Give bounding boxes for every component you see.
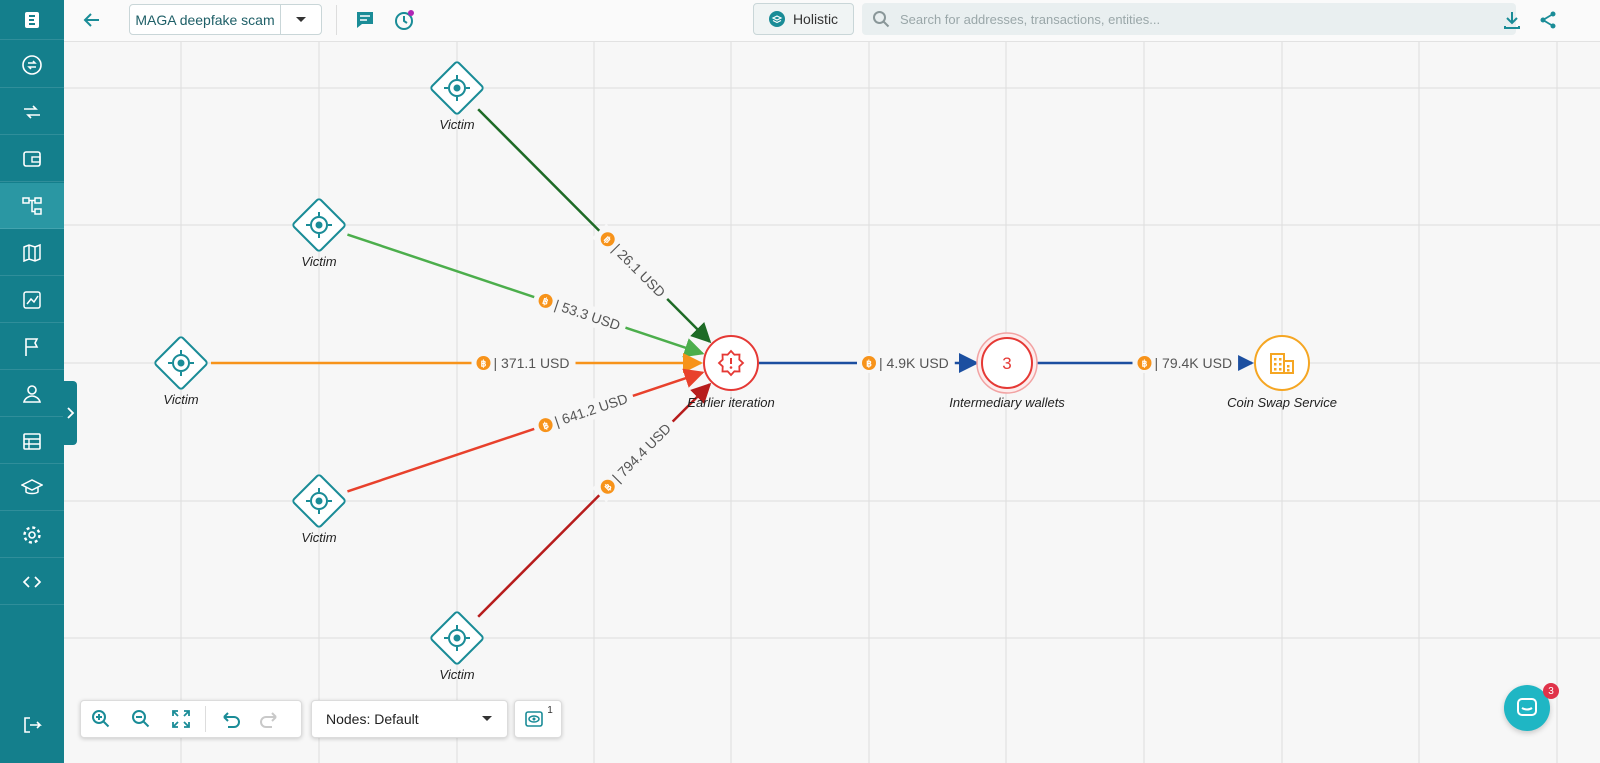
graph-edge[interactable]: | 4.9K USD ฿ <box>759 353 979 373</box>
sidebar-toggle[interactable] <box>63 381 77 445</box>
target-icon <box>430 61 484 115</box>
toolbar-divider <box>336 5 337 35</box>
case-dropdown-button[interactable] <box>280 4 322 35</box>
graph-node-swap[interactable]: Coin Swap Service <box>1227 335 1337 410</box>
fit-screen-icon[interactable] <box>161 701 201 737</box>
caret-down-icon <box>296 16 306 22</box>
target-icon <box>430 611 484 665</box>
building-icon <box>1254 335 1310 391</box>
target-icon <box>292 198 346 252</box>
user-icon[interactable] <box>0 371 64 417</box>
zoom-in-icon[interactable] <box>81 701 121 737</box>
back-arrow-icon[interactable] <box>78 6 106 34</box>
edge-label: | 53.3 USD฿ <box>531 287 629 338</box>
chat-badge: 3 <box>1543 683 1559 699</box>
zoom-controls <box>80 700 302 738</box>
comment-icon[interactable] <box>351 6 379 34</box>
chat-icon <box>1517 698 1537 716</box>
case-name: MAGA deepfake scam <box>135 11 275 28</box>
svg-text:฿: ฿ <box>1142 359 1148 369</box>
map-icon[interactable] <box>0 230 64 276</box>
node-label: Intermediary wallets <box>949 395 1065 410</box>
graph-node-v3[interactable]: Victim <box>154 336 208 407</box>
svg-text:฿: ฿ <box>481 359 487 369</box>
redo-icon[interactable] <box>250 701 290 737</box>
edge-label: | 371.1 USD ฿ <box>471 353 576 373</box>
edge-amount-label: | 371.1 USD <box>494 355 570 371</box>
edge-label: | 641.2 USD฿ <box>531 386 637 439</box>
share-icon[interactable] <box>1534 6 1562 34</box>
eye-icon <box>525 711 544 727</box>
refresh-icon[interactable] <box>0 42 64 88</box>
code-icon[interactable] <box>0 559 64 605</box>
edge-amount-label: | 794.4 USD <box>609 420 674 485</box>
bitcoin-icon: ฿ <box>1137 356 1152 370</box>
chart-icon[interactable] <box>0 277 64 323</box>
node-label: Victim <box>301 254 336 269</box>
download-icon[interactable] <box>1498 6 1526 34</box>
history-icon[interactable] <box>390 6 418 34</box>
edge-amount-label: | 26.1 USD <box>609 241 668 301</box>
search-input[interactable] <box>898 10 1482 28</box>
node-label: Victim <box>439 667 474 682</box>
search-icon <box>873 11 890 28</box>
graph-node-v2[interactable]: Victim <box>292 198 346 269</box>
zoom-out-icon[interactable] <box>121 701 161 737</box>
layers-icon <box>768 11 785 27</box>
logout-icon[interactable] <box>0 702 64 748</box>
node-label: Victim <box>163 392 198 407</box>
target-icon <box>154 336 208 390</box>
wallet-icon[interactable] <box>0 136 64 182</box>
flag-icon[interactable] <box>0 324 64 370</box>
alert-badge-icon <box>703 335 759 391</box>
node-label: Victim <box>439 117 474 132</box>
toolbar-divider <box>205 706 206 732</box>
case-name-select[interactable]: MAGA deepfake scam <box>129 4 281 35</box>
search-bar[interactable] <box>862 3 1516 35</box>
svg-text:฿: ฿ <box>866 359 872 369</box>
education-icon[interactable] <box>0 465 64 511</box>
graph-edge[interactable]: | 79.4K USD ฿ <box>1035 353 1254 373</box>
edge-amount-label: | 53.3 USD <box>553 296 623 333</box>
visibility-count: 1 <box>547 704 553 716</box>
chevron-right-icon <box>67 407 75 419</box>
graph-node-inter[interactable]: 3 Intermediary wallets <box>949 332 1065 410</box>
node-label: Victim <box>301 530 336 545</box>
top-toolbar: MAGA deepfake scam Holistic <box>64 0 1600 42</box>
transfer-icon[interactable] <box>0 89 64 135</box>
node-label: Coin Swap Service <box>1227 395 1337 410</box>
edge-label: | 4.9K USD ฿ <box>857 353 955 373</box>
nodes-display-select[interactable]: Nodes: Default <box>311 700 508 738</box>
calendar-icon[interactable] <box>0 418 64 464</box>
mode-label: Holistic <box>792 11 839 27</box>
graph-node-v1[interactable]: Victim <box>430 61 484 132</box>
edge-label: | 26.1 USD฿ <box>592 223 675 306</box>
undo-icon[interactable] <box>210 701 250 737</box>
holistic-mode-button[interactable]: Holistic <box>753 3 854 35</box>
edge-label: | 79.4K USD ฿ <box>1132 353 1239 373</box>
edge-amount-label: | 79.4K USD <box>1155 355 1233 371</box>
cluster-count: 3 <box>1002 354 1011 373</box>
graph-grid <box>64 42 1600 763</box>
nodes-select-value: Nodes: Default <box>326 711 419 727</box>
sidebar <box>0 0 64 763</box>
logo-icon[interactable] <box>0 0 64 40</box>
graph-node-v4[interactable]: Victim <box>292 474 346 545</box>
graph-icon[interactable] <box>0 183 64 229</box>
graph-edge[interactable]: | 371.1 USD ฿ <box>211 353 703 373</box>
graph-node-v5[interactable]: Victim <box>430 611 484 682</box>
visibility-button[interactable]: 1 <box>514 700 562 738</box>
node-label: Earlier iteration <box>687 395 774 410</box>
edge-amount-label: | 4.9K USD <box>879 355 949 371</box>
graph-canvas[interactable]: | 26.1 USD฿| 53.3 USD฿| 371.1 USD฿| 641.… <box>64 42 1600 763</box>
gear-icon[interactable] <box>0 512 64 558</box>
bitcoin-icon: ฿ <box>862 356 876 370</box>
caret-down-icon <box>482 716 492 721</box>
edge-label: | 794.4 USD฿ <box>592 414 680 503</box>
target-icon <box>292 474 346 528</box>
bitcoin-icon: ฿ <box>476 356 491 370</box>
